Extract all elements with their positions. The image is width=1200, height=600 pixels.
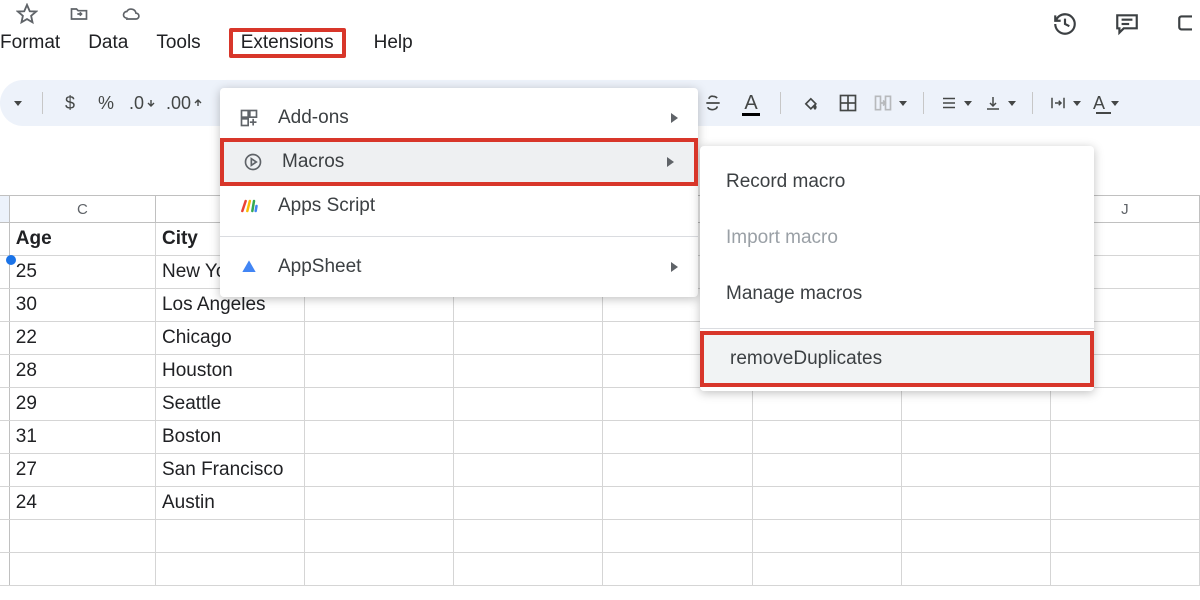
borders-button[interactable] [835,89,861,117]
align-vertical-button[interactable] [984,89,1016,117]
star-icon[interactable] [16,3,38,25]
submenu-arrow-icon [671,262,678,272]
col-header-c[interactable]: C [10,196,156,222]
strikethrough-button[interactable] [700,89,726,117]
comments-icon[interactable] [1114,11,1140,37]
submenu-arrow-icon [671,113,678,123]
move-folder-icon[interactable] [68,3,90,25]
submenu-item-label: removeDuplicates [730,348,882,370]
submenu-record-macro[interactable]: Record macro [700,154,1094,210]
menu-help[interactable]: Help [374,32,413,54]
menu-item-addons[interactable]: Add-ons [220,94,698,142]
menu-tools[interactable]: Tools [156,32,200,54]
menu-extensions[interactable]: Extensions [229,28,346,58]
titlebar-right [1052,0,1200,48]
menu-item-label: AppSheet [278,256,361,278]
submenu-remove-duplicates[interactable]: removeDuplicates [700,331,1094,387]
menu-item-label: Macros [282,151,344,173]
table-row [0,520,1200,553]
apps-script-icon [238,195,260,217]
table-row: 27 San Francisco [0,454,1200,487]
menu-divider [700,328,1094,329]
submenu-item-label: Manage macros [726,283,862,305]
increase-decimal-label: .00 [166,93,191,114]
submenu-item-label: Import macro [726,227,838,249]
submenu-item-label: Record macro [726,171,845,193]
col-header-partial[interactable] [0,196,10,222]
macros-submenu: Record macro Import macro Manage macros … [700,146,1094,391]
table-row: 31 Boston [0,421,1200,454]
decrease-decimal-button[interactable]: .0 [129,89,156,117]
table-row [0,553,1200,586]
menu-item-label: Apps Script [278,195,375,217]
decrease-decimal-label: .0 [129,93,144,114]
present-icon[interactable] [1176,11,1192,37]
text-wrap-button[interactable] [1049,89,1081,117]
menu-format[interactable]: Format [0,32,60,54]
appsheet-icon [238,256,260,278]
menu-item-macros[interactable]: Macros [220,138,698,186]
merge-cells-button[interactable] [873,89,907,117]
submenu-arrow-icon [667,157,674,167]
more-formats-dropdown[interactable] [2,89,28,117]
cloud-status-icon[interactable] [120,3,142,25]
currency-button[interactable]: $ [57,89,83,117]
table-row: 24 Austin [0,487,1200,520]
header-age[interactable]: Age [10,223,156,255]
menu-item-appsheet[interactable]: AppSheet [220,243,698,291]
percent-button[interactable]: % [93,89,119,117]
history-icon[interactable] [1052,11,1078,37]
active-cell-handle[interactable] [6,255,16,265]
menu-item-apps-script[interactable]: Apps Script [220,182,698,230]
increase-decimal-button[interactable]: .00 [166,89,203,117]
menu-divider [220,236,698,237]
menu-data[interactable]: Data [88,32,128,54]
submenu-manage-macros[interactable]: Manage macros [700,266,1094,322]
table-row: 29 Seattle [0,388,1200,421]
align-horizontal-button[interactable] [940,89,972,117]
submenu-import-macro: Import macro [700,210,1094,266]
text-rotation-button[interactable]: A [1093,89,1119,117]
extensions-menu: Add-ons Macros Apps Script AppSheet [220,88,698,297]
menubar: Format Data Tools Extensions Help [0,28,1200,58]
menu-item-label: Add-ons [278,107,349,129]
titlebar-icons [0,0,1200,28]
macros-icon [242,151,264,173]
fill-color-button[interactable] [797,89,823,117]
text-color-button[interactable]: A [738,89,764,117]
addons-icon [238,107,260,129]
